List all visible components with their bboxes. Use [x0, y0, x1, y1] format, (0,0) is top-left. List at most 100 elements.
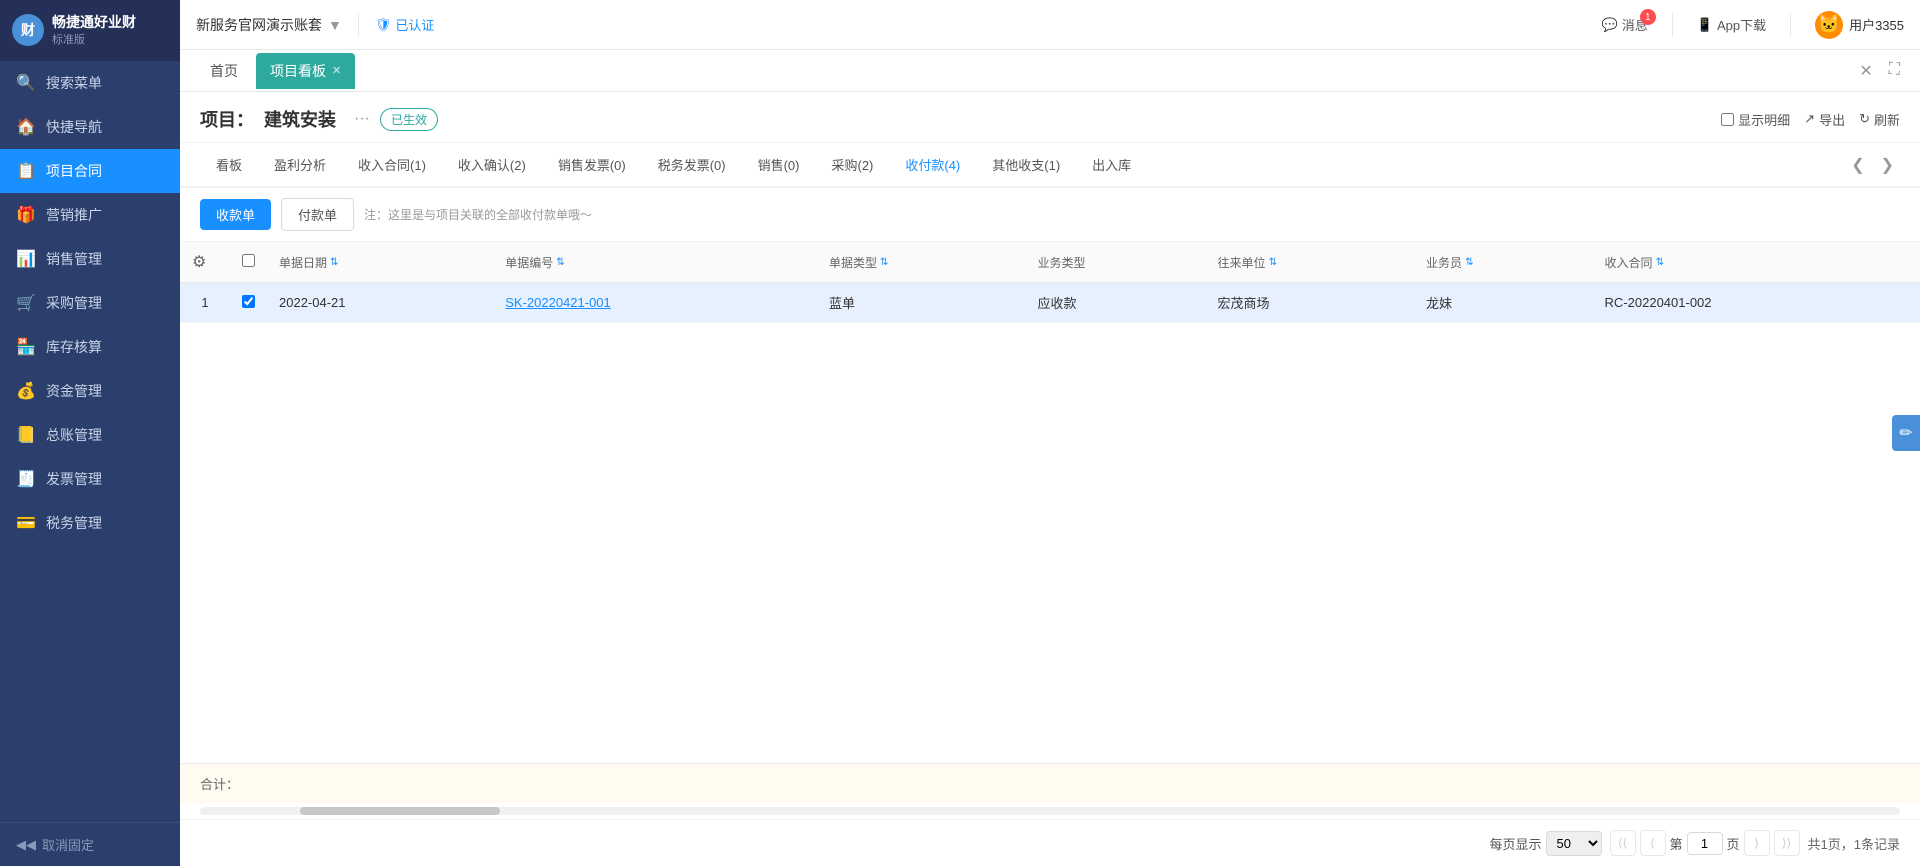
sidebar-item-label: 项目合同	[46, 161, 102, 181]
tab-close-window-button[interactable]: ✕	[1855, 57, 1876, 85]
sidebar-item-label: 快捷导航	[46, 117, 102, 137]
app-title: 畅捷通好业财	[52, 14, 136, 31]
right-float-button[interactable]: ✏	[1892, 415, 1920, 451]
sidebar-item-search[interactable]: 🔍 搜索菜单	[0, 61, 180, 105]
page-prev-button[interactable]: ⟨	[1640, 830, 1666, 856]
export-button[interactable]: ↗ 导出	[1804, 110, 1845, 129]
sub-tab-profit[interactable]: 盈利分析	[258, 143, 342, 188]
sub-tab-sales-invoice[interactable]: 销售发票(0)	[542, 143, 642, 188]
th-income-contract[interactable]: 收入合同 ⇅	[1593, 242, 1920, 283]
sub-tab-income-contract[interactable]: 收入合同(1)	[342, 143, 442, 188]
sub-tab-other-expense[interactable]: 其他收支(1)	[976, 143, 1076, 188]
tab-bar: 首页 项目看板 ✕ ✕ ⛶	[180, 50, 1920, 92]
page-next-button[interactable]: ⟩	[1744, 830, 1770, 856]
cell-number[interactable]: SK-20220421-001	[493, 283, 817, 323]
app-download-button[interactable]: 📱 App下载	[1697, 15, 1766, 34]
page-first-button[interactable]: ⟨⟨	[1610, 830, 1636, 856]
refresh-icon: ↻	[1859, 111, 1870, 127]
sidebar-item-label: 采购管理	[46, 293, 102, 313]
topbar: 新服务官网演示账套 ▼ 🛡 已认证 💬 消息 1 📱 App下载 🐱	[180, 0, 1920, 50]
user-button[interactable]: 🐱 用户3355	[1815, 11, 1904, 39]
page-number-input[interactable]	[1687, 832, 1723, 855]
th-settings[interactable]: ⚙	[180, 242, 230, 283]
sidebar-unpin-button[interactable]: ◀◀ 取消固定	[0, 822, 180, 866]
show-detail-checkbox[interactable]: 显示明细	[1721, 110, 1790, 129]
payment-button[interactable]: 付款单	[281, 198, 354, 231]
invoice-icon: 🧾	[16, 469, 36, 489]
summary-label: 合计：	[200, 774, 239, 793]
topbar-project: 新服务官网演示账套 ▼	[196, 15, 342, 35]
th-salesperson[interactable]: 业务员 ⇅	[1414, 242, 1593, 283]
ledger-icon: 📒	[16, 425, 36, 445]
sidebar-item-sales[interactable]: 📊 销售管理	[0, 237, 180, 281]
topbar-right: 💬 消息 1 📱 App下载 🐱 用户3355	[1602, 11, 1904, 39]
sub-tab-income-confirm[interactable]: 收入确认(2)	[442, 143, 542, 188]
refresh-button[interactable]: ↻ 刷新	[1859, 110, 1900, 129]
app-logo: 财	[12, 14, 44, 46]
project-header: 项目： 建筑安装 ··· 已生效 显示明细 ↗ 导出 ↻ 刷新	[180, 92, 1920, 143]
sidebar-item-label: 税务管理	[46, 513, 102, 533]
th-partner[interactable]: 往来单位 ⇅	[1206, 242, 1415, 283]
sub-tabs-next[interactable]: ❯	[1875, 151, 1900, 179]
export-icon: ↗	[1804, 111, 1815, 127]
sidebar-item-ledger[interactable]: 📒 总账管理	[0, 413, 180, 457]
page-size-selector: 每页显示 50 10 20 100	[1489, 831, 1601, 856]
th-number[interactable]: 单据编号 ⇅	[493, 242, 817, 283]
sidebar-item-tax[interactable]: 💳 税务管理	[0, 501, 180, 545]
message-button[interactable]: 💬 消息 1	[1602, 15, 1648, 34]
scrollbar-thumb[interactable]	[300, 807, 500, 815]
message-icon: 💬	[1602, 17, 1618, 33]
sub-tab-purchase[interactable]: 采购(2)	[815, 143, 889, 188]
page-size-label: 每页显示	[1489, 834, 1541, 853]
topbar-dropdown-icon[interactable]: ▼	[328, 17, 342, 33]
project-name: 建筑安装	[264, 106, 336, 132]
username-label: 用户3355	[1849, 15, 1904, 34]
sub-tabs-prev[interactable]: ❮	[1845, 151, 1870, 179]
sidebar-item-quicknav[interactable]: 🏠 快捷导航	[0, 105, 180, 149]
cell-date: 2022-04-21	[267, 283, 493, 323]
sub-tab-kanban[interactable]: 看板	[200, 143, 258, 188]
sidebar-item-label: 资金管理	[46, 381, 102, 401]
tab-close-icon[interactable]: ✕	[332, 64, 341, 77]
sub-tab-sales[interactable]: 销售(0)	[742, 143, 816, 188]
sidebar-item-purchase[interactable]: 🛒 采购管理	[0, 281, 180, 325]
sort-partner-icon: ⇅	[1269, 257, 1277, 268]
edit-icon: ✏	[1899, 423, 1912, 443]
sidebar-item-inventory[interactable]: 🏪 库存核算	[0, 325, 180, 369]
cell-income-contract: RC-20220401-002	[1593, 283, 1920, 323]
sidebar-item-marketing[interactable]: 🎁 营销推广	[0, 193, 180, 237]
tab-home[interactable]: 首页	[196, 53, 252, 89]
row-checkbox[interactable]	[242, 295, 255, 308]
sidebar-item-finance[interactable]: 💰 资金管理	[0, 369, 180, 413]
page-total-info: 共1页，1条记录	[1808, 834, 1900, 853]
project-more-button[interactable]: ···	[354, 110, 370, 128]
sub-tab-warehouse[interactable]: 出入库	[1076, 143, 1147, 188]
page-size-select[interactable]: 50 10 20 100	[1546, 831, 1602, 856]
settings-icon[interactable]: ⚙	[192, 254, 206, 271]
cell-check[interactable]	[230, 283, 267, 323]
unpin-icon: ◀◀	[16, 837, 36, 853]
sub-tab-tax-invoice[interactable]: 税务发票(0)	[642, 143, 742, 188]
tab-project-board[interactable]: 项目看板 ✕	[256, 53, 355, 89]
sub-tabs: 看板 盈利分析 收入合同(1) 收入确认(2) 销售发票(0) 税务发票(0) …	[180, 143, 1920, 188]
sub-tabs-navigation: ❮ ❯	[1845, 151, 1900, 179]
horizontal-scrollbar[interactable]	[200, 807, 1900, 815]
receipt-button[interactable]: 收款单	[200, 199, 271, 230]
pagination: 每页显示 50 10 20 100 ⟨⟨ ⟨ 第 页 ⟩ ⟩⟩ 共1页，1条记录	[180, 819, 1920, 866]
select-all-checkbox[interactable]	[242, 254, 255, 267]
sidebar-item-label: 总账管理	[46, 425, 102, 445]
page-navigation: ⟨⟨ ⟨ 第 页 ⟩ ⟩⟩	[1610, 830, 1800, 856]
project-label-prefix: 项目：	[200, 106, 254, 132]
sidebar-item-invoice[interactable]: 🧾 发票管理	[0, 457, 180, 501]
th-date[interactable]: 单据日期 ⇅	[267, 242, 493, 283]
sidebar-item-project[interactable]: 📋 项目合同	[0, 149, 180, 193]
doc-number-link[interactable]: SK-20220421-001	[505, 295, 611, 310]
page-last-button[interactable]: ⟩⟩	[1774, 830, 1800, 856]
content-area: 项目： 建筑安装 ··· 已生效 显示明细 ↗ 导出 ↻ 刷新	[180, 92, 1920, 866]
filter-bar: 收款单 付款单 注：这里是与项目关联的全部收付款单哦～	[180, 188, 1920, 242]
sub-tab-receivable[interactable]: 收付款(4)	[889, 143, 976, 188]
th-type[interactable]: 单据类型 ⇅	[817, 242, 1026, 283]
tab-expand-button[interactable]: ⛶	[1885, 57, 1904, 85]
sidebar: 财 畅捷通好业财 标准版 🔍 搜索菜单 🏠 快捷导航 📋 项目合同 🎁 营销推广…	[0, 0, 180, 866]
project-icon: 📋	[16, 161, 36, 181]
